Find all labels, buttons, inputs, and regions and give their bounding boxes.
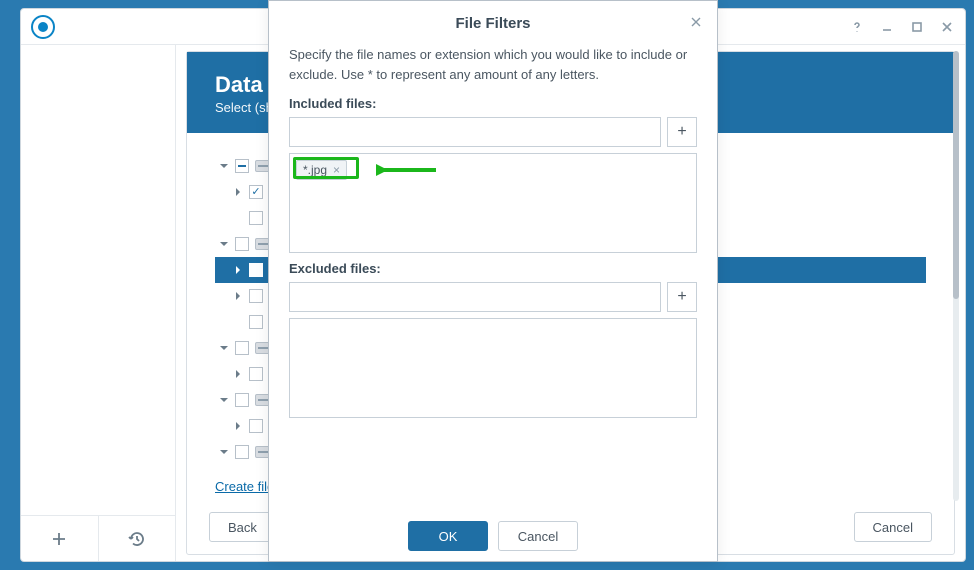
caret-icon[interactable]: [219, 447, 229, 457]
checkbox[interactable]: [249, 419, 263, 433]
modal-description: Specify the file names or extension whic…: [289, 45, 697, 84]
excluded-files-list[interactable]: [289, 318, 697, 418]
checkbox[interactable]: [235, 237, 249, 251]
caret-icon[interactable]: [219, 161, 229, 171]
excluded-files-input[interactable]: [289, 282, 661, 312]
tag-remove-icon[interactable]: ×: [333, 163, 340, 177]
checkbox[interactable]: [235, 393, 249, 407]
included-files-input[interactable]: [289, 117, 661, 147]
checkbox[interactable]: [249, 211, 263, 225]
caret-icon[interactable]: [233, 317, 243, 327]
caret-icon[interactable]: [219, 239, 229, 249]
minimize-icon[interactable]: [879, 19, 895, 35]
caret-icon[interactable]: [233, 369, 243, 379]
included-tag[interactable]: *.jpg ×: [296, 160, 347, 180]
checkbox[interactable]: [235, 341, 249, 355]
app-icon: [31, 15, 55, 39]
modal-title-text: File Filters: [455, 15, 530, 32]
annotation-arrow: [376, 160, 446, 184]
checkbox[interactable]: [249, 185, 263, 199]
included-files-list[interactable]: *.jpg ×: [289, 153, 697, 253]
close-icon[interactable]: [939, 19, 955, 35]
history-button[interactable]: [98, 516, 176, 561]
modal-title: File Filters: [269, 1, 717, 45]
file-filters-modal: File Filters Specify the file names or e…: [268, 0, 718, 562]
checkbox[interactable]: [235, 445, 249, 459]
checkbox[interactable]: [249, 289, 263, 303]
add-button[interactable]: [21, 516, 98, 561]
checkbox[interactable]: [249, 263, 263, 277]
caret-icon[interactable]: [219, 343, 229, 353]
scrollbar-thumb[interactable]: [953, 51, 959, 299]
caret-icon[interactable]: [233, 187, 243, 197]
back-button[interactable]: Back: [209, 512, 276, 542]
wizard-cancel-button[interactable]: Cancel: [854, 512, 932, 542]
help-icon[interactable]: [849, 19, 865, 35]
modal-close-button[interactable]: [685, 11, 707, 33]
excluded-files-label: Excluded files:: [289, 261, 697, 276]
maximize-icon[interactable]: [909, 19, 925, 35]
caret-icon[interactable]: [233, 265, 243, 275]
add-included-button[interactable]: +: [667, 117, 697, 147]
sidebar: [21, 45, 176, 561]
checkbox[interactable]: [249, 315, 263, 329]
caret-icon[interactable]: [219, 395, 229, 405]
tag-label: *.jpg: [303, 163, 327, 177]
checkbox[interactable]: [249, 367, 263, 381]
caret-icon[interactable]: [233, 213, 243, 223]
checkbox[interactable]: [235, 159, 249, 173]
included-files-label: Included files:: [289, 96, 697, 111]
caret-icon[interactable]: [233, 291, 243, 301]
window-controls: [849, 19, 955, 35]
add-excluded-button[interactable]: +: [667, 282, 697, 312]
ok-button[interactable]: OK: [408, 521, 488, 551]
cancel-button[interactable]: Cancel: [498, 521, 578, 551]
caret-icon[interactable]: [233, 421, 243, 431]
scrollbar[interactable]: [953, 51, 959, 501]
